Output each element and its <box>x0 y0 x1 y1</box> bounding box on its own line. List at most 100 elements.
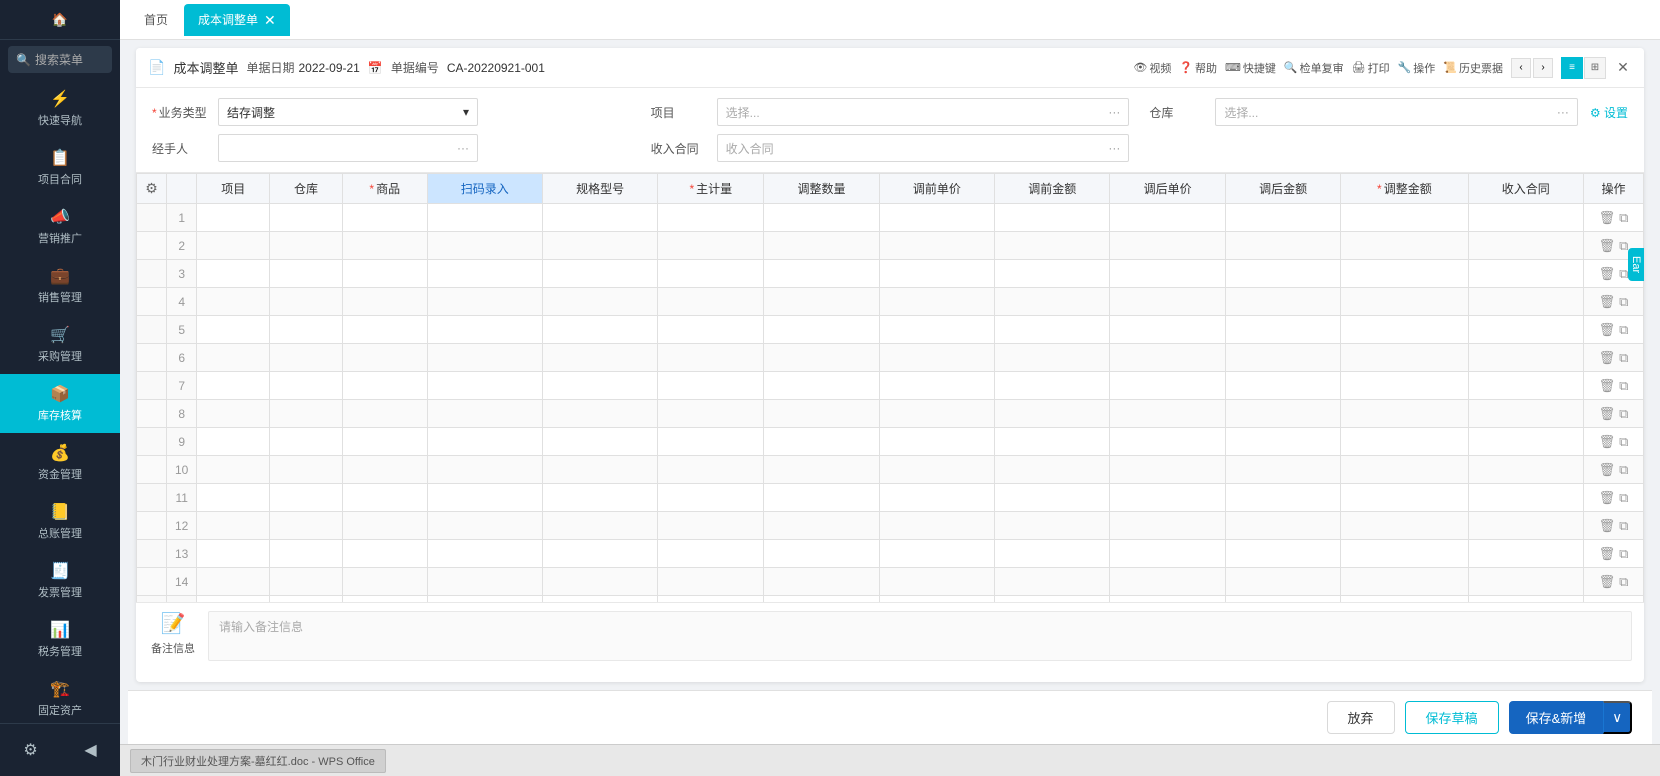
cell-10-12[interactable] <box>1468 456 1584 484</box>
delete-icon-2[interactable]: 🗑 <box>1599 238 1616 254</box>
cell-13-4[interactable] <box>542 540 657 568</box>
cell-11-6[interactable] <box>764 484 879 512</box>
delete-icon-9[interactable]: 🗑 <box>1599 434 1616 450</box>
cell-10-0[interactable] <box>197 456 270 484</box>
cell-2-1[interactable] <box>270 232 343 260</box>
agent-input[interactable]: ··· <box>218 134 478 162</box>
cell-6-9[interactable] <box>1110 344 1225 372</box>
cell-3-1[interactable] <box>270 260 343 288</box>
cell-2-3[interactable] <box>427 232 542 260</box>
sidebar-item-sales-mgmt[interactable]: 💼销售管理 <box>0 256 120 315</box>
project-input[interactable]: 选择... ··· <box>717 98 1130 126</box>
cell-8-1[interactable] <box>270 400 343 428</box>
cell-12-11[interactable] <box>1341 512 1468 540</box>
cell-11-7[interactable] <box>879 484 994 512</box>
cell-10-3[interactable] <box>427 456 542 484</box>
abandon-button[interactable]: 放弃 <box>1327 701 1395 734</box>
cell-9-12[interactable] <box>1468 428 1584 456</box>
cell-11-4[interactable] <box>542 484 657 512</box>
delete-icon-11[interactable]: 🗑 <box>1599 490 1616 506</box>
cell-7-5[interactable] <box>658 372 764 400</box>
cell-10-2[interactable] <box>342 456 427 484</box>
cell-9-9[interactable] <box>1110 428 1225 456</box>
cell-9-10[interactable] <box>1225 428 1340 456</box>
cell-3-11[interactable] <box>1341 260 1468 288</box>
sidebar-item-purchase-mgmt[interactable]: 🛒采购管理 <box>0 315 120 374</box>
col-scan-input[interactable]: 扫码录入 <box>427 174 542 204</box>
cell-5-10[interactable] <box>1225 316 1340 344</box>
cell-3-0[interactable] <box>197 260 270 288</box>
cell-3-10[interactable] <box>1225 260 1340 288</box>
cell-9-5[interactable] <box>658 428 764 456</box>
cell-13-12[interactable] <box>1468 540 1584 568</box>
cell-1-9[interactable] <box>1110 204 1225 232</box>
cell-12-7[interactable] <box>879 512 994 540</box>
prev-btn[interactable]: ‹ <box>1511 58 1531 78</box>
cell-5-12[interactable] <box>1468 316 1584 344</box>
tab-home[interactable]: 首页 <box>130 4 182 36</box>
cell-3-7[interactable] <box>879 260 994 288</box>
view-action[interactable]: 👁 视频 <box>1133 60 1171 76</box>
cell-10-5[interactable] <box>658 456 764 484</box>
delete-icon-14[interactable]: 🗑 <box>1599 574 1616 590</box>
cell-5-2[interactable] <box>342 316 427 344</box>
cell-4-8[interactable] <box>995 288 1110 316</box>
copy-icon-1[interactable]: ⧉ <box>1619 210 1628 226</box>
cell-7-12[interactable] <box>1468 372 1584 400</box>
search-menu-button[interactable]: 🔍 搜索菜单 <box>8 46 112 73</box>
cell-8-3[interactable] <box>427 400 542 428</box>
cell-5-9[interactable] <box>1110 316 1225 344</box>
settings-form-icon[interactable]: ⚙ 设置 <box>1590 104 1628 121</box>
cell-8-8[interactable] <box>995 400 1110 428</box>
notes-input[interactable]: 请输入备注信息 <box>208 611 1632 661</box>
cell-3-8[interactable] <box>995 260 1110 288</box>
cell-12-0[interactable] <box>197 512 270 540</box>
cell-12-4[interactable] <box>542 512 657 540</box>
cell-8-11[interactable] <box>1341 400 1468 428</box>
copy-icon-11[interactable]: ⧉ <box>1619 490 1628 506</box>
cell-6-2[interactable] <box>342 344 427 372</box>
cell-6-11[interactable] <box>1341 344 1468 372</box>
cell-1-2[interactable] <box>342 204 427 232</box>
cell-14-8[interactable] <box>995 568 1110 596</box>
cell-11-0[interactable] <box>197 484 270 512</box>
cell-11-8[interactable] <box>995 484 1110 512</box>
cell-14-0[interactable] <box>197 568 270 596</box>
cell-14-9[interactable] <box>1110 568 1225 596</box>
cell-4-7[interactable] <box>879 288 994 316</box>
delete-icon-13[interactable]: 🗑 <box>1599 546 1616 562</box>
sidebar-item-fixed-assets[interactable]: 🏗️固定资产 <box>0 669 120 723</box>
cell-4-2[interactable] <box>342 288 427 316</box>
cell-10-10[interactable] <box>1225 456 1340 484</box>
sidebar-item-project-contract[interactable]: 📋项目合同 <box>0 138 120 197</box>
cell-9-8[interactable] <box>995 428 1110 456</box>
cell-14-2[interactable] <box>342 568 427 596</box>
cell-14-3[interactable] <box>427 568 542 596</box>
cell-7-7[interactable] <box>879 372 994 400</box>
cell-11-9[interactable] <box>1110 484 1225 512</box>
cell-14-11[interactable] <box>1341 568 1468 596</box>
copy-icon-4[interactable]: ⧉ <box>1619 294 1628 310</box>
cell-4-5[interactable] <box>658 288 764 316</box>
cell-12-12[interactable] <box>1468 512 1584 540</box>
cell-3-6[interactable] <box>764 260 879 288</box>
cell-4-12[interactable] <box>1468 288 1584 316</box>
delete-icon-3[interactable]: 🗑 <box>1599 266 1616 282</box>
copy-icon-13[interactable]: ⧉ <box>1619 546 1628 562</box>
biz-type-select[interactable]: 结存调整 ▾ <box>218 98 478 126</box>
delete-icon-5[interactable]: 🗑 <box>1599 322 1616 338</box>
cell-14-4[interactable] <box>542 568 657 596</box>
cell-11-12[interactable] <box>1468 484 1584 512</box>
sidebar-item-inventory[interactable]: 📦库存核算 <box>0 374 120 433</box>
cell-4-1[interactable] <box>270 288 343 316</box>
cell-8-5[interactable] <box>658 400 764 428</box>
view-table-btn[interactable]: ≡ <box>1561 57 1583 79</box>
cell-13-5[interactable] <box>658 540 764 568</box>
cell-1-0[interactable] <box>197 204 270 232</box>
cell-11-1[interactable] <box>270 484 343 512</box>
cell-6-4[interactable] <box>542 344 657 372</box>
help-action[interactable]: ❓ 帮助 <box>1179 60 1217 76</box>
cell-10-8[interactable] <box>995 456 1110 484</box>
cell-13-9[interactable] <box>1110 540 1225 568</box>
cell-7-4[interactable] <box>542 372 657 400</box>
